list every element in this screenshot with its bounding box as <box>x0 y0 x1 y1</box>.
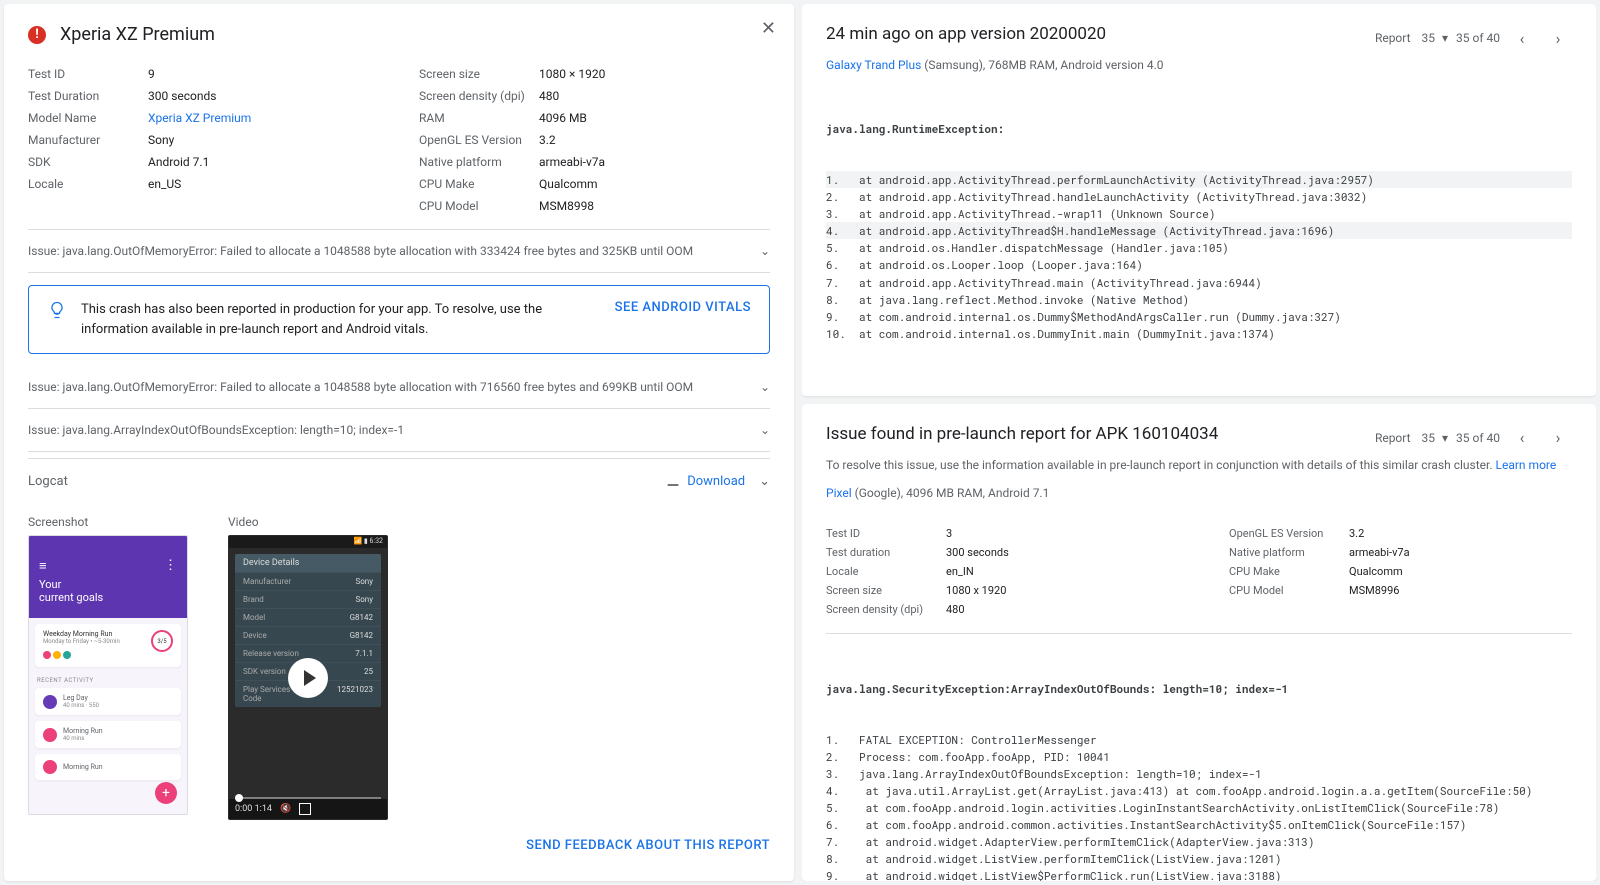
stack-trace: java.lang.RuntimeException: 1. at androi… <box>826 86 1572 376</box>
spec-row: RAM4096 MB <box>419 107 770 129</box>
spec-row: CPU MakeQualcomm <box>419 173 770 195</box>
video-thumbnail[interactable]: 📶 ▮ 6:32 Device Details ManufacturerSony… <box>228 535 388 820</box>
lightbulb-icon <box>47 300 67 320</box>
pager-next-button[interactable]: › <box>1544 424 1572 452</box>
spec-row: CPU ModelMSM8996 <box>1229 581 1572 600</box>
device-link[interactable]: Galaxy Trand Plus <box>826 58 921 72</box>
device-details-panel: ✕ ! Xperia XZ Premium Test ID9Test Durat… <box>4 4 794 881</box>
issue-text: Issue: java.lang.OutOfMemoryError: Faile… <box>28 380 693 394</box>
spec-row: Screen density (dpi)480 <box>826 600 1169 619</box>
chevron-down-icon: ⌄ <box>760 244 770 258</box>
stack-line: 8. at java.lang.reflect.Method.invoke (N… <box>826 291 1572 308</box>
stack-line: 1. FATAL EXCEPTION: ControllerMessenger <box>826 731 1572 748</box>
tip-text: This crash has also been reported in pro… <box>81 300 601 339</box>
see-android-vitals-link[interactable]: SEE ANDROID VITALS <box>615 300 751 315</box>
spec-row: Native platformarmeabi-v7a <box>419 151 770 173</box>
error-icon: ! <box>28 26 46 44</box>
spec-row: Screen density (dpi)480 <box>419 85 770 107</box>
pager-count: 35 of 40 <box>1456 431 1500 445</box>
spec-row: Test ID9 <box>28 63 379 85</box>
device-link[interactable]: Pixel <box>826 486 852 500</box>
stack-line: 9. at android.widget.ListView$PerformCli… <box>826 867 1572 881</box>
play-icon[interactable] <box>288 658 328 698</box>
prelaunch-report-panel: Issue found in pre-launch report for APK… <box>802 404 1596 881</box>
spec-row: Test Duration300 seconds <box>28 85 379 107</box>
pager-prev-button[interactable]: ‹ <box>1508 424 1536 452</box>
stack-line: 5. at com.fooApp.android.login.activitie… <box>826 799 1572 816</box>
device-title: Xperia XZ Premium <box>60 24 215 45</box>
spec-row: SDKAndroid 7.1 <box>28 151 379 173</box>
video-scrubber[interactable] <box>235 797 381 799</box>
issue-text: Issue: java.lang.ArrayIndexOutOfBoundsEx… <box>28 423 404 437</box>
download-icon <box>665 473 681 489</box>
screenshot-label: Screenshot <box>28 515 188 529</box>
crash-title: 24 min ago on app version 20200020 <box>826 24 1106 44</box>
stack-line: 2. at android.app.ActivityThread.handleL… <box>826 188 1572 205</box>
chevron-down-icon: ⌄ <box>760 380 770 394</box>
spec-row: Native platformarmeabi-v7a <box>1229 543 1572 562</box>
stack-line: 7. at android.app.ActivityThread.main (A… <box>826 274 1572 291</box>
spec-row: CPU MakeQualcomm <box>1229 562 1572 581</box>
report-selector[interactable]: Report 35 ▾ <box>1375 431 1448 445</box>
video-label: Video <box>228 515 388 529</box>
screenshot-thumbnail[interactable]: ≡ ⋮ Yourcurrent goals 3/5 Weekday Mornin… <box>28 535 188 815</box>
spec-row: Test duration300 seconds <box>826 543 1169 562</box>
volume-icon[interactable]: 🔇 <box>280 804 291 814</box>
learn-more-link[interactable]: Learn more <box>1496 458 1557 472</box>
model-link[interactable]: Xperia XZ Premium <box>148 111 251 125</box>
device-specs: Test ID9Test Duration300 secondsModel Na… <box>28 63 770 230</box>
spec-row: OpenGL ES Version3.2 <box>419 129 770 151</box>
stack-trace: java.lang.SecurityException:ArrayIndexOu… <box>826 646 1572 881</box>
spec-row: Localeen_IN <box>826 562 1169 581</box>
download-button[interactable]: Download <box>665 473 745 489</box>
chevron-down-icon: ⌄ <box>760 423 770 437</box>
close-button[interactable]: ✕ <box>761 18 776 39</box>
stack-line: 6. at com.fooApp.android.common.activiti… <box>826 816 1572 833</box>
report-selector[interactable]: Report 35 ▾ <box>1375 31 1448 45</box>
issue-text: Issue: java.lang.OutOfMemoryError: Faile… <box>28 244 693 258</box>
stack-line: 8. at android.widget.ListView.performIte… <box>826 850 1572 867</box>
prelaunch-title: Issue found in pre-launch report for APK… <box>826 424 1218 444</box>
stack-line: 4. at java.util.ArrayList.get(ArrayList.… <box>826 782 1572 799</box>
chevron-down-icon[interactable]: ⌄ <box>759 474 770 489</box>
spec-row: ManufacturerSony <box>28 129 379 151</box>
tip-box: This crash has also been reported in pro… <box>28 285 770 354</box>
spec-row: Localeen_US <box>28 173 379 195</box>
stack-line: 2. Process: com.fooApp.fooApp, PID: 1004… <box>826 748 1572 765</box>
stack-line: 9. at com.android.internal.os.Dummy$Meth… <box>826 308 1572 325</box>
stack-line: 3. java.lang.ArrayIndexOutOfBoundsExcept… <box>826 765 1572 782</box>
stack-line: 5. at android.os.Handler.dispatchMessage… <box>826 239 1572 256</box>
logcat-label: Logcat <box>28 474 68 489</box>
pager-next-button[interactable]: › <box>1544 24 1572 52</box>
pager-count: 35 of 40 <box>1456 31 1500 45</box>
spec-row: Screen size1080 x 1920 <box>826 581 1169 600</box>
logcat-row: Logcat Download ⌄ <box>28 458 770 503</box>
stack-line: 7. at android.widget.AdapterView.perform… <box>826 833 1572 850</box>
video-time: 0:00 1:14 <box>235 804 272 814</box>
crash-report-panel: 24 min ago on app version 20200020 Repor… <box>802 4 1596 396</box>
spec-row: CPU ModelMSM8998 <box>419 195 770 217</box>
send-feedback-link[interactable]: SEND FEEDBACK ABOUT THIS REPORT <box>526 838 770 853</box>
spec-row: Screen size1080 × 1920 <box>419 63 770 85</box>
stack-line: 4. at android.app.ActivityThread$H.handl… <box>826 222 1572 239</box>
fullscreen-icon[interactable] <box>299 803 311 815</box>
stack-line: 1. at android.app.ActivityThread.perform… <box>826 171 1572 188</box>
stack-line: 6. at android.os.Looper.loop (Looper.jav… <box>826 256 1572 273</box>
spec-row: OpenGL ES Version3.2 <box>1229 524 1572 543</box>
stack-line: 3. at android.app.ActivityThread.-wrap11… <box>826 205 1572 222</box>
pager-prev-button[interactable]: ‹ <box>1508 24 1536 52</box>
issue-row-3[interactable]: Issue: java.lang.ArrayIndexOutOfBoundsEx… <box>28 409 770 452</box>
stack-line: 10. at com.android.internal.os.DummyInit… <box>826 325 1572 342</box>
issue-row-1[interactable]: Issue: java.lang.OutOfMemoryError: Faile… <box>28 230 770 273</box>
spec-row: Model NameXperia XZ Premium <box>28 107 379 129</box>
issue-row-2[interactable]: Issue: java.lang.OutOfMemoryError: Faile… <box>28 366 770 409</box>
spec-row: Test ID3 <box>826 524 1169 543</box>
